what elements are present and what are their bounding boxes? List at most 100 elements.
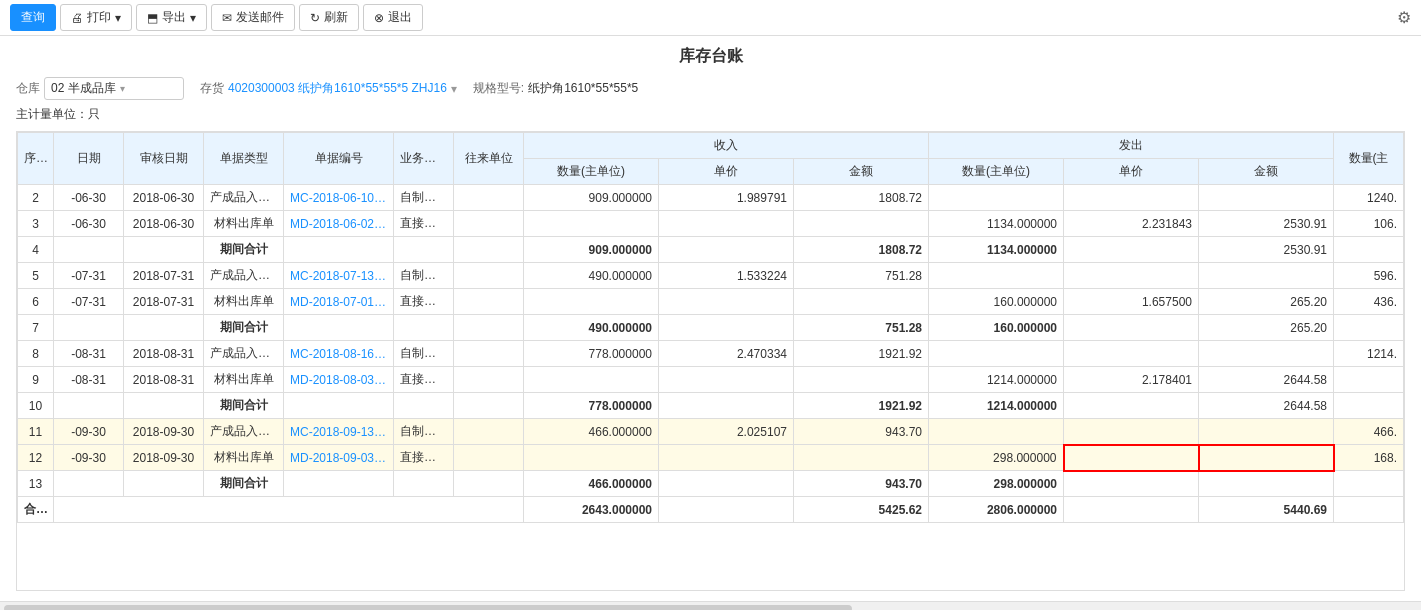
cell-doc-type: 产成品入库单 [204, 185, 284, 211]
cell-partner [454, 263, 524, 289]
th-partner: 往来单位 [454, 133, 524, 185]
cell-audit: 2018-07-31 [124, 263, 204, 289]
cell-out-amt [1199, 471, 1334, 497]
cell-in-price [659, 367, 794, 393]
cell-seq: 13 [18, 471, 54, 497]
settings-button[interactable]: ⚙ [1397, 8, 1411, 27]
cell-partner [454, 211, 524, 237]
cell-date: -06-30 [54, 185, 124, 211]
stock-value[interactable]: 4020300003 纸护角1610*55*55*5 ZHJ16 [228, 80, 447, 97]
table-row: 7期间合计490.000000751.28160.000000265.20 [18, 315, 1404, 341]
cell-seq: 6 [18, 289, 54, 315]
cell-audit [124, 471, 204, 497]
refresh-icon: ↻ [310, 11, 320, 25]
cell-partner [454, 315, 524, 341]
cell-out-qty: 1134.000000 [929, 211, 1064, 237]
ledger-table-container[interactable]: 序号 日期 审核日期 单据类型 单据编号 业务类型 往来单位 收入 发出 数量(… [16, 131, 1405, 591]
cell-doc-num[interactable]: MC-2018-06-1082 [284, 185, 394, 211]
cell-doc-num [284, 315, 394, 341]
summary-empty [54, 497, 524, 523]
cell-biz-type: 自制加工 [394, 419, 454, 445]
cell-audit: 2018-09-30 [124, 419, 204, 445]
cell-out-price [1064, 471, 1199, 497]
cell-out-price: 1.657500 [1064, 289, 1199, 315]
refresh-label: 刷新 [324, 9, 348, 26]
print-label: 打印 [87, 9, 111, 26]
cell-in-qty: 490.000000 [524, 315, 659, 341]
summary-out-amt: 5440.69 [1199, 497, 1334, 523]
print-button[interactable]: 🖨 打印 ▾ [60, 4, 132, 31]
summary-in-qty: 2643.000000 [524, 497, 659, 523]
stock-label: 存货 [200, 80, 224, 97]
summary-out-qty: 2806.000000 [929, 497, 1064, 523]
warehouse-filter: 仓库 02 半成品库 ▾ [16, 77, 184, 100]
cell-doc-num[interactable]: MC-2018-09-1349 [284, 419, 394, 445]
email-button[interactable]: ✉ 发送邮件 [211, 4, 295, 31]
cell-out-amt [1199, 263, 1334, 289]
cell-biz-type [394, 471, 454, 497]
cell-doc-num [284, 393, 394, 419]
cell-partner [454, 393, 524, 419]
cell-date: -07-31 [54, 289, 124, 315]
cell-doc-type: 期间合计 [204, 237, 284, 263]
exit-button[interactable]: ⊗ 退出 [363, 4, 423, 31]
export-button[interactable]: ⬒ 导出 ▾ [136, 4, 207, 31]
th-income-group: 收入 [524, 133, 929, 159]
warehouse-select[interactable]: 02 半成品库 ▾ [44, 77, 184, 100]
cell-out-qty: 160.000000 [929, 289, 1064, 315]
cell-in-qty: 466.000000 [524, 419, 659, 445]
th-audit: 审核日期 [124, 133, 204, 185]
cell-bal-qty [1334, 315, 1404, 341]
cell-out-price [1064, 393, 1199, 419]
cell-date [54, 393, 124, 419]
query-button[interactable]: 查询 [10, 4, 56, 31]
spec-label: 规格型号: [473, 80, 524, 97]
cell-audit: 2018-06-30 [124, 185, 204, 211]
cell-out-amt: 2644.58 [1199, 393, 1334, 419]
cell-doc-num[interactable]: MC-2018-07-1332 [284, 263, 394, 289]
exit-label: 退出 [388, 9, 412, 26]
cell-audit: 2018-09-30 [124, 445, 204, 471]
cell-in-amt [794, 289, 929, 315]
summary-in-price [659, 497, 794, 523]
refresh-button[interactable]: ↻ 刷新 [299, 4, 359, 31]
cell-out-amt: 265.20 [1199, 315, 1334, 341]
cell-seq: 5 [18, 263, 54, 289]
cell-in-qty: 490.000000 [524, 263, 659, 289]
cell-doc-num[interactable]: MD-2018-08-0384 [284, 367, 394, 393]
table-row: 6-07-312018-07-31材料出库单MD-2018-07-0193直接领… [18, 289, 1404, 315]
th-out-qty: 数量(主单位) [929, 159, 1064, 185]
cell-in-price [659, 315, 794, 341]
cell-bal-qty: 436. [1334, 289, 1404, 315]
cell-doc-num[interactable]: MD-2018-06-0225 [284, 211, 394, 237]
cell-in-qty: 466.000000 [524, 471, 659, 497]
cell-doc-type: 材料出库单 [204, 289, 284, 315]
cell-out-price [1064, 419, 1199, 445]
cell-out-price [1064, 185, 1199, 211]
th-in-qty: 数量(主单位) [524, 159, 659, 185]
cell-bal-qty [1334, 367, 1404, 393]
cell-bal-qty [1334, 393, 1404, 419]
cell-in-qty: 778.000000 [524, 341, 659, 367]
cell-seq: 9 [18, 367, 54, 393]
cell-out-qty: 1134.000000 [929, 237, 1064, 263]
cell-seq: 3 [18, 211, 54, 237]
cell-out-price [1064, 263, 1199, 289]
cell-doc-type: 材料出库单 [204, 367, 284, 393]
cell-date: -07-31 [54, 263, 124, 289]
cell-bal-qty: 168. [1334, 445, 1404, 471]
table-row: 9-08-312018-08-31材料出库单MD-2018-08-0384直接领… [18, 367, 1404, 393]
cell-partner [454, 185, 524, 211]
cell-in-amt [794, 367, 929, 393]
cell-date: -08-31 [54, 341, 124, 367]
cell-bal-qty: 596. [1334, 263, 1404, 289]
cell-audit: 2018-08-31 [124, 341, 204, 367]
cell-doc-num[interactable]: MD-2018-07-0193 [284, 289, 394, 315]
table-row: 4期间合计909.0000001808.721134.0000002530.91 [18, 237, 1404, 263]
cell-doc-num[interactable]: MD-2018-09-0324 [284, 445, 394, 471]
stock-filter: 存货 4020300003 纸护角1610*55*55*5 ZHJ16 ▾ [200, 80, 457, 97]
cell-out-amt: 2530.91 [1199, 211, 1334, 237]
cell-in-price [659, 211, 794, 237]
cell-doc-num[interactable]: MC-2018-08-1625 [284, 341, 394, 367]
cell-out-price [1064, 315, 1199, 341]
